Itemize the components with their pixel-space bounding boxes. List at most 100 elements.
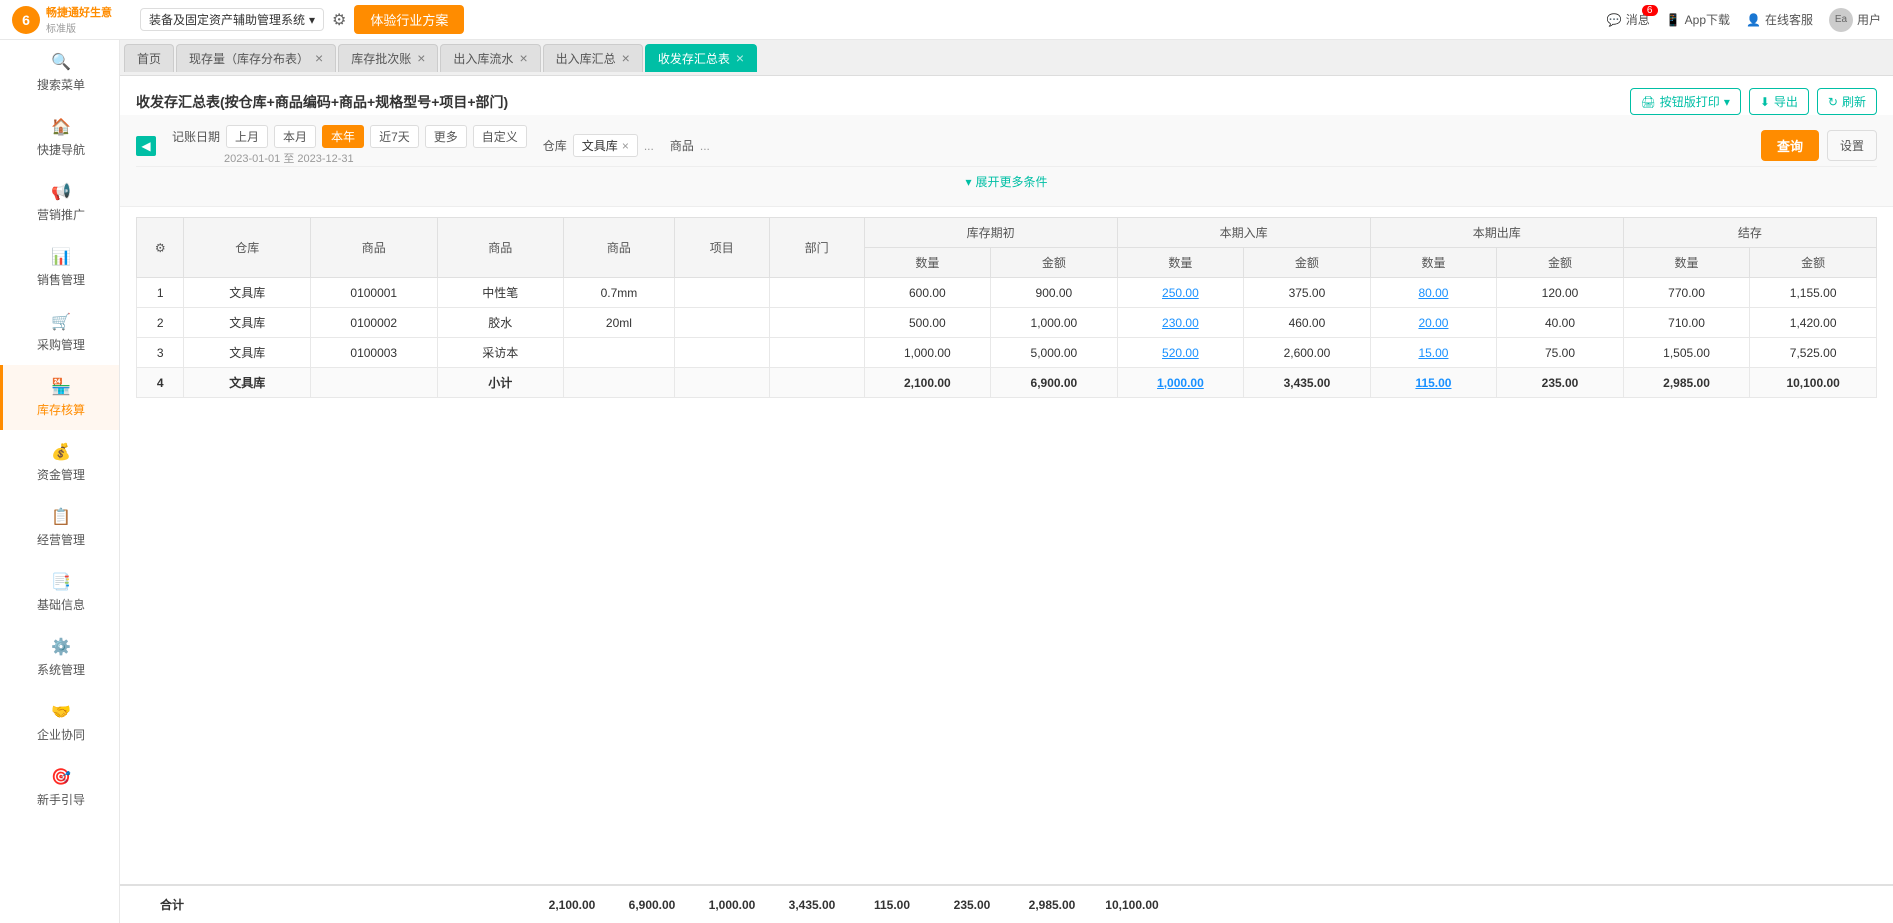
sidebar-item-operations[interactable]: 📋 经营管理 — [0, 495, 119, 560]
top-header: 6 畅捷通好生意 标准版 装备及固定资产辅助管理系统 ▾ ⚙ 体验行业方案 💬 … — [0, 0, 1893, 40]
th-opening-group: 库存期初 — [864, 218, 1117, 248]
system-selector[interactable]: 装备及固定资产辅助管理系统 ▾ — [140, 8, 324, 31]
date-btn-7days[interactable]: 近7天 — [370, 125, 419, 148]
cell-seq: 1 — [137, 278, 184, 308]
tab-recv-send-close[interactable]: × — [736, 51, 744, 66]
date-btn-more[interactable]: 更多 — [425, 125, 467, 148]
date-btn-this-month[interactable]: 本月 — [274, 125, 316, 148]
warehouse-more[interactable]: ... — [644, 139, 654, 153]
filter-toggle-button[interactable]: ◀ — [136, 136, 156, 156]
sidebar-item-marketing[interactable]: 📢 营销推广 — [0, 170, 119, 235]
in-qty-link[interactable]: 520.00 — [1162, 346, 1199, 360]
logo-number: 6 — [22, 12, 30, 28]
cell-in-qty[interactable]: 250.00 — [1117, 278, 1244, 308]
tab-stock-dist[interactable]: 现存量（库存分布表） × — [176, 44, 336, 72]
tab-inout-flow[interactable]: 出入库流水 × — [440, 44, 540, 72]
refresh-button[interactable]: ↻ 刷新 — [1817, 88, 1877, 115]
cell-dept — [769, 278, 864, 308]
out-qty-link[interactable]: 80.00 — [1418, 286, 1448, 300]
print-button[interactable]: 🖨 按钮版打印 ▾ — [1630, 88, 1741, 115]
cell-dept — [769, 338, 864, 368]
goods-more[interactable]: ... — [700, 139, 710, 153]
warehouse-tag: 文具库 × — [573, 134, 638, 157]
sidebar-item-label: 经营管理 — [37, 531, 85, 548]
cell-out-qty[interactable]: 115.00 — [1370, 368, 1497, 398]
tab-inout-summary-close[interactable]: × — [622, 51, 630, 66]
warehouse-tag-close[interactable]: × — [622, 139, 629, 153]
cell-seq: 4 — [137, 368, 184, 398]
tab-home[interactable]: 首页 — [124, 44, 174, 72]
message-button[interactable]: 💬 消息 6 — [1607, 11, 1650, 28]
content-area: 首页 现存量（库存分布表） × 库存批次账 × 出入库流水 × 出入库汇总 × … — [120, 40, 1893, 923]
cell-closing-qty: 2,985.00 — [1623, 368, 1750, 398]
chevron-down-small-icon: ▾ — [965, 175, 971, 189]
cell-opening-amt: 5,000.00 — [991, 338, 1118, 368]
cell-in-qty[interactable]: 520.00 — [1117, 338, 1244, 368]
th-project: 项目 — [674, 218, 769, 278]
sidebar-item-sales[interactable]: 📊 销售管理 — [0, 235, 119, 300]
sidebar-item-quick-nav[interactable]: 🏠 快捷导航 — [0, 105, 119, 170]
user-menu[interactable]: Ea 用户 — [1829, 8, 1881, 32]
sidebar-item-purchase[interactable]: 🛒 采购管理 — [0, 300, 119, 365]
out-qty-link[interactable]: 20.00 — [1418, 316, 1448, 330]
query-button[interactable]: 查询 — [1761, 130, 1819, 161]
sidebar-item-inventory[interactable]: 🏪 库存核算 — [0, 365, 119, 430]
tab-home-label: 首页 — [137, 50, 161, 67]
date-btn-custom[interactable]: 自定义 — [473, 125, 527, 148]
tab-stock-dist-label: 现存量（库存分布表） — [189, 50, 309, 67]
sidebar-item-system[interactable]: ⚙️ 系统管理 — [0, 625, 119, 690]
cell-out-qty[interactable]: 80.00 — [1370, 278, 1497, 308]
th-inbound-group: 本期入库 — [1117, 218, 1370, 248]
app-download-button[interactable]: 📱 App下载 — [1666, 11, 1730, 28]
tab-inout-summary[interactable]: 出入库汇总 × — [543, 44, 643, 72]
tab-batch-label: 库存批次账 — [351, 50, 411, 67]
th-outbound-group: 本期出库 — [1370, 218, 1623, 248]
tab-stock-dist-close[interactable]: × — [315, 51, 323, 66]
filter-actions: 查询 设置 — [1761, 130, 1877, 161]
sidebar-item-guide[interactable]: 🎯 新手引导 — [0, 755, 119, 820]
cell-closing-qty: 1,505.00 — [1623, 338, 1750, 368]
header-left: 6 畅捷通好生意 标准版 装备及固定资产辅助管理系统 ▾ ⚙ 体验行业方案 — [12, 4, 464, 35]
cell-in-qty[interactable]: 1,000.00 — [1117, 368, 1244, 398]
date-btn-this-year[interactable]: 本年 — [322, 125, 364, 148]
in-qty-link[interactable]: 1,000.00 — [1157, 376, 1204, 390]
sidebar-item-finance[interactable]: 💰 资金管理 — [0, 430, 119, 495]
sidebar-item-label: 营销推广 — [37, 206, 85, 223]
sidebar-item-enterprise[interactable]: 🤝 企业协同 — [0, 690, 119, 755]
tab-recv-send-summary[interactable]: 收发存汇总表 × — [645, 44, 757, 72]
print-icon: 🖨 — [1641, 95, 1656, 109]
avatar: Ea — [1829, 8, 1853, 32]
in-qty-link[interactable]: 230.00 — [1162, 316, 1199, 330]
cell-closing-amt: 10,100.00 — [1750, 368, 1877, 398]
sidebar-item-search[interactable]: 🔍 搜索菜单 — [0, 40, 119, 105]
expand-more-button[interactable]: ▾ 展开更多条件 — [136, 166, 1877, 196]
th-closing-group: 结存 — [1623, 218, 1876, 248]
out-qty-link[interactable]: 15.00 — [1418, 346, 1448, 360]
sidebar-item-basic-info[interactable]: 📑 基础信息 — [0, 560, 119, 625]
export-button[interactable]: ⬇ 导出 — [1749, 88, 1809, 115]
cell-seq: 2 — [137, 308, 184, 338]
out-qty-link[interactable]: 115.00 — [1415, 376, 1451, 390]
warehouse-label: 仓库 — [543, 137, 567, 154]
in-qty-link[interactable]: 250.00 — [1162, 286, 1199, 300]
th-settings[interactable]: ⚙ — [137, 218, 184, 278]
settings-button[interactable]: 设置 — [1827, 130, 1877, 161]
tab-batch[interactable]: 库存批次账 × — [338, 44, 438, 72]
sidebar-item-label: 新手引导 — [37, 791, 85, 808]
gear-icon[interactable]: ⚙ — [332, 10, 346, 30]
cell-project — [674, 308, 769, 338]
tab-batch-close[interactable]: × — [417, 51, 425, 66]
cell-goods-spec — [564, 368, 675, 398]
system-icon: ⚙️ — [51, 637, 71, 657]
th-goods-code: 商品 — [310, 218, 437, 278]
cell-goods-name: 胶水 — [437, 308, 564, 338]
cell-closing-qty: 770.00 — [1623, 278, 1750, 308]
cell-out-qty[interactable]: 15.00 — [1370, 338, 1497, 368]
cell-in-qty[interactable]: 230.00 — [1117, 308, 1244, 338]
cell-out-qty[interactable]: 20.00 — [1370, 308, 1497, 338]
trial-button[interactable]: 体验行业方案 — [354, 5, 464, 34]
cell-project — [674, 338, 769, 368]
date-btn-last-month[interactable]: 上月 — [226, 125, 268, 148]
tab-inout-flow-close[interactable]: × — [519, 51, 527, 66]
online-service-button[interactable]: 👤 在线客服 — [1746, 11, 1813, 28]
